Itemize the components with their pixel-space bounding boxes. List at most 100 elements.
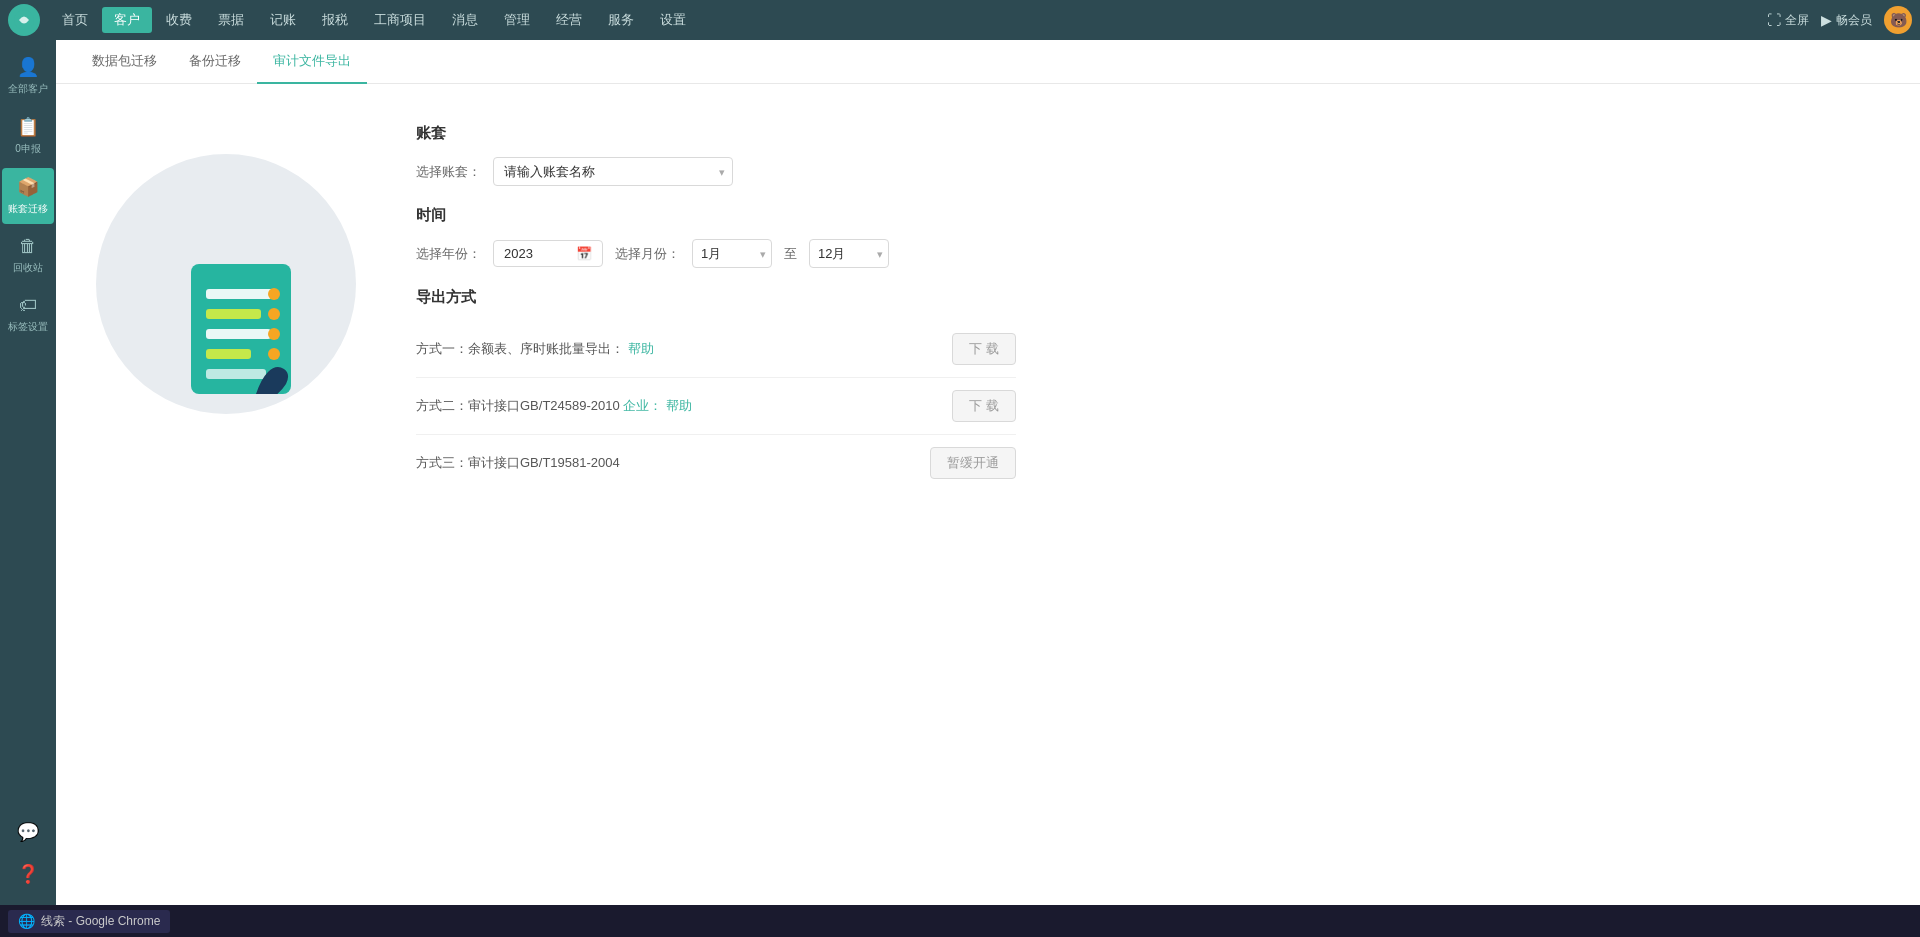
export-label-3: 方式三：审计接口GB/T19581-2004 bbox=[416, 454, 930, 472]
nav-customer[interactable]: 客户 bbox=[102, 7, 152, 33]
tag-icon: 🏷 bbox=[19, 295, 37, 316]
download-btn-2[interactable]: 下 载 bbox=[952, 390, 1016, 422]
download-btn-1[interactable]: 下 载 bbox=[952, 333, 1016, 365]
month-start-wrapper: 1月 2月 3月 4月 5月 6月 7月 8月 9月 10月 11月 12月 bbox=[692, 239, 772, 268]
month-end-wrapper: 1月 2月 3月 4月 5月 6月 7月 8月 9月 10月 11月 12月 bbox=[809, 239, 889, 268]
sidebar-item-recycle[interactable]: 🗑 回收站 bbox=[2, 228, 54, 283]
time-row: 选择年份： 2023 📅 选择月份： 1月 2月 3月 4月 5月 6 bbox=[416, 239, 1016, 268]
nav-bookkeeping[interactable]: 记账 bbox=[258, 7, 308, 33]
export-label-2: 方式二：审计接口GB/T24589-2010 企业： 帮助 bbox=[416, 397, 952, 415]
svg-rect-4 bbox=[206, 329, 271, 339]
app-logo bbox=[8, 4, 40, 36]
tab-data-migration[interactable]: 数据包迁移 bbox=[76, 40, 173, 84]
export-section-title: 导出方式 bbox=[416, 288, 1016, 307]
svg-point-9 bbox=[268, 328, 280, 340]
sidebar-label-migration: 账套迁移 bbox=[8, 202, 48, 216]
month-label: 选择月份： bbox=[615, 245, 680, 263]
tabs-bar: 数据包迁移 备份迁移 审计文件导出 bbox=[56, 40, 1920, 84]
sidebar-item-help[interactable]: ❓ bbox=[2, 855, 54, 893]
top-nav: 首页 客户 收费 票据 记账 报税 工商项目 消息 管理 经营 服务 设置 ⛶ … bbox=[0, 0, 1920, 40]
form-area: 账套 选择账套： 请输入账套名称 时间 选择年份： 2023 📅 bbox=[416, 114, 1016, 875]
export-label-3-text: 方式三：审计接口GB/T19581-2004 bbox=[416, 455, 620, 470]
nav-manage[interactable]: 管理 bbox=[492, 7, 542, 33]
top-nav-right: ⛶ 全屏 ▶ 畅会员 🐻 bbox=[1767, 6, 1912, 34]
taskbar: 🌐 线索 - Google Chrome bbox=[0, 905, 1920, 937]
main-layout: 👤 全部客户 📋 0申报 📦 账套迁移 🗑 回收站 🏷 标签设置 💬 ❓ bbox=[0, 40, 1920, 905]
avatar[interactable]: 🐻 bbox=[1884, 6, 1912, 34]
account-select[interactable]: 请输入账套名称 bbox=[493, 157, 733, 186]
nav-operation[interactable]: 经营 bbox=[544, 7, 594, 33]
help-icon: ❓ bbox=[17, 863, 39, 885]
account-row: 选择账套： 请输入账套名称 bbox=[416, 157, 1016, 186]
sidebar-label-recycle: 回收站 bbox=[13, 261, 43, 275]
svg-rect-3 bbox=[206, 309, 261, 319]
svg-point-10 bbox=[268, 348, 280, 360]
svg-rect-2 bbox=[206, 289, 276, 299]
sidebar-bottom: 💬 ❓ bbox=[2, 813, 54, 905]
sidebar-label-tag-settings: 标签设置 bbox=[8, 320, 48, 334]
time-section-title: 时间 bbox=[416, 206, 1016, 225]
nav-tax[interactable]: 报税 bbox=[310, 7, 360, 33]
export-method-2: 方式二：审计接口GB/T24589-2010 企业： 帮助 下 载 bbox=[416, 378, 1016, 435]
svg-rect-6 bbox=[206, 369, 266, 379]
month-start-select[interactable]: 1月 2月 3月 4月 5月 6月 7月 8月 9月 10月 11月 12月 bbox=[692, 239, 772, 268]
customers-icon: 👤 bbox=[17, 56, 39, 78]
year-label: 选择年份： bbox=[416, 245, 481, 263]
nav-settings[interactable]: 设置 bbox=[648, 7, 698, 33]
account-select-wrapper: 请输入账套名称 bbox=[493, 157, 733, 186]
taskbar-chrome[interactable]: 🌐 线索 - Google Chrome bbox=[8, 910, 170, 933]
fullscreen-label: 全屏 bbox=[1785, 12, 1809, 29]
svg-point-8 bbox=[268, 308, 280, 320]
export-label-2-text: 方式二：审计接口GB/T24589-2010 bbox=[416, 398, 620, 413]
sidebar-item-chat[interactable]: 💬 bbox=[2, 813, 54, 851]
zero-report-icon: 📋 bbox=[17, 116, 39, 138]
sidebar-item-zero-report[interactable]: 📋 0申报 bbox=[2, 108, 54, 164]
calendar-icon: 📅 bbox=[576, 246, 592, 261]
nav-biz[interactable]: 工商项目 bbox=[362, 7, 438, 33]
tab-backup-migration[interactable]: 备份迁移 bbox=[173, 40, 257, 84]
enterprise-label: 企业： bbox=[623, 398, 662, 413]
export-label-1-text: 方式一：余额表、序时账批量导出： bbox=[416, 341, 624, 356]
content-area: 数据包迁移 备份迁移 审计文件导出 bbox=[56, 40, 1920, 905]
nav-service[interactable]: 服务 bbox=[596, 7, 646, 33]
member-icon: ▶ bbox=[1821, 12, 1832, 28]
year-value: 2023 bbox=[504, 246, 533, 261]
month-end-select[interactable]: 1月 2月 3月 4月 5月 6月 7月 8月 9月 10月 11月 12月 bbox=[809, 239, 889, 268]
account-section-title: 账套 bbox=[416, 124, 1016, 143]
illustration bbox=[96, 154, 356, 414]
taskbar-label: 线索 - Google Chrome bbox=[41, 913, 160, 930]
sidebar-item-all-customers[interactable]: 👤 全部客户 bbox=[2, 48, 54, 104]
tab-audit-export[interactable]: 审计文件导出 bbox=[257, 40, 367, 84]
chrome-icon: 🌐 bbox=[18, 913, 35, 929]
export-help-link-1[interactable]: 帮助 bbox=[628, 341, 654, 356]
member-label: 畅会员 bbox=[1836, 12, 1872, 29]
migration-icon: 📦 bbox=[17, 176, 39, 198]
page-content: 账套 选择账套： 请输入账套名称 时间 选择年份： 2023 📅 bbox=[56, 84, 1920, 905]
recycle-icon: 🗑 bbox=[19, 236, 37, 257]
open-btn-3[interactable]: 暂缓开通 bbox=[930, 447, 1016, 479]
svg-rect-5 bbox=[206, 349, 251, 359]
export-method-1: 方式一：余额表、序时账批量导出： 帮助 下 载 bbox=[416, 321, 1016, 378]
member-btn[interactable]: ▶ 畅会员 bbox=[1821, 12, 1872, 29]
fullscreen-icon: ⛶ bbox=[1767, 12, 1781, 28]
to-text: 至 bbox=[784, 245, 797, 263]
account-label: 选择账套： bbox=[416, 163, 481, 181]
nav-menu: 首页 客户 收费 票据 记账 报税 工商项目 消息 管理 经营 服务 设置 bbox=[50, 7, 1767, 33]
sidebar-item-migration[interactable]: 📦 账套迁移 bbox=[2, 168, 54, 224]
illustration-area bbox=[96, 114, 356, 875]
sidebar-item-tag-settings[interactable]: 🏷 标签设置 bbox=[2, 287, 54, 342]
svg-point-7 bbox=[268, 288, 280, 300]
export-label-1: 方式一：余额表、序时账批量导出： 帮助 bbox=[416, 340, 952, 358]
fullscreen-btn[interactable]: ⛶ 全屏 bbox=[1767, 12, 1809, 29]
sidebar-label-zero-report: 0申报 bbox=[15, 142, 41, 156]
year-input-wrapper[interactable]: 2023 📅 bbox=[493, 240, 603, 267]
nav-invoice[interactable]: 票据 bbox=[206, 7, 256, 33]
export-method-3: 方式三：审计接口GB/T19581-2004 暂缓开通 bbox=[416, 435, 1016, 491]
sidebar-label-all-customers: 全部客户 bbox=[8, 82, 48, 96]
sidebar: 👤 全部客户 📋 0申报 📦 账套迁移 🗑 回收站 🏷 标签设置 💬 ❓ bbox=[0, 40, 56, 905]
nav-fee[interactable]: 收费 bbox=[154, 7, 204, 33]
chat-icon: 💬 bbox=[17, 821, 39, 843]
nav-msg[interactable]: 消息 bbox=[440, 7, 490, 33]
nav-home[interactable]: 首页 bbox=[50, 7, 100, 33]
export-help-link-2[interactable]: 帮助 bbox=[666, 398, 692, 413]
